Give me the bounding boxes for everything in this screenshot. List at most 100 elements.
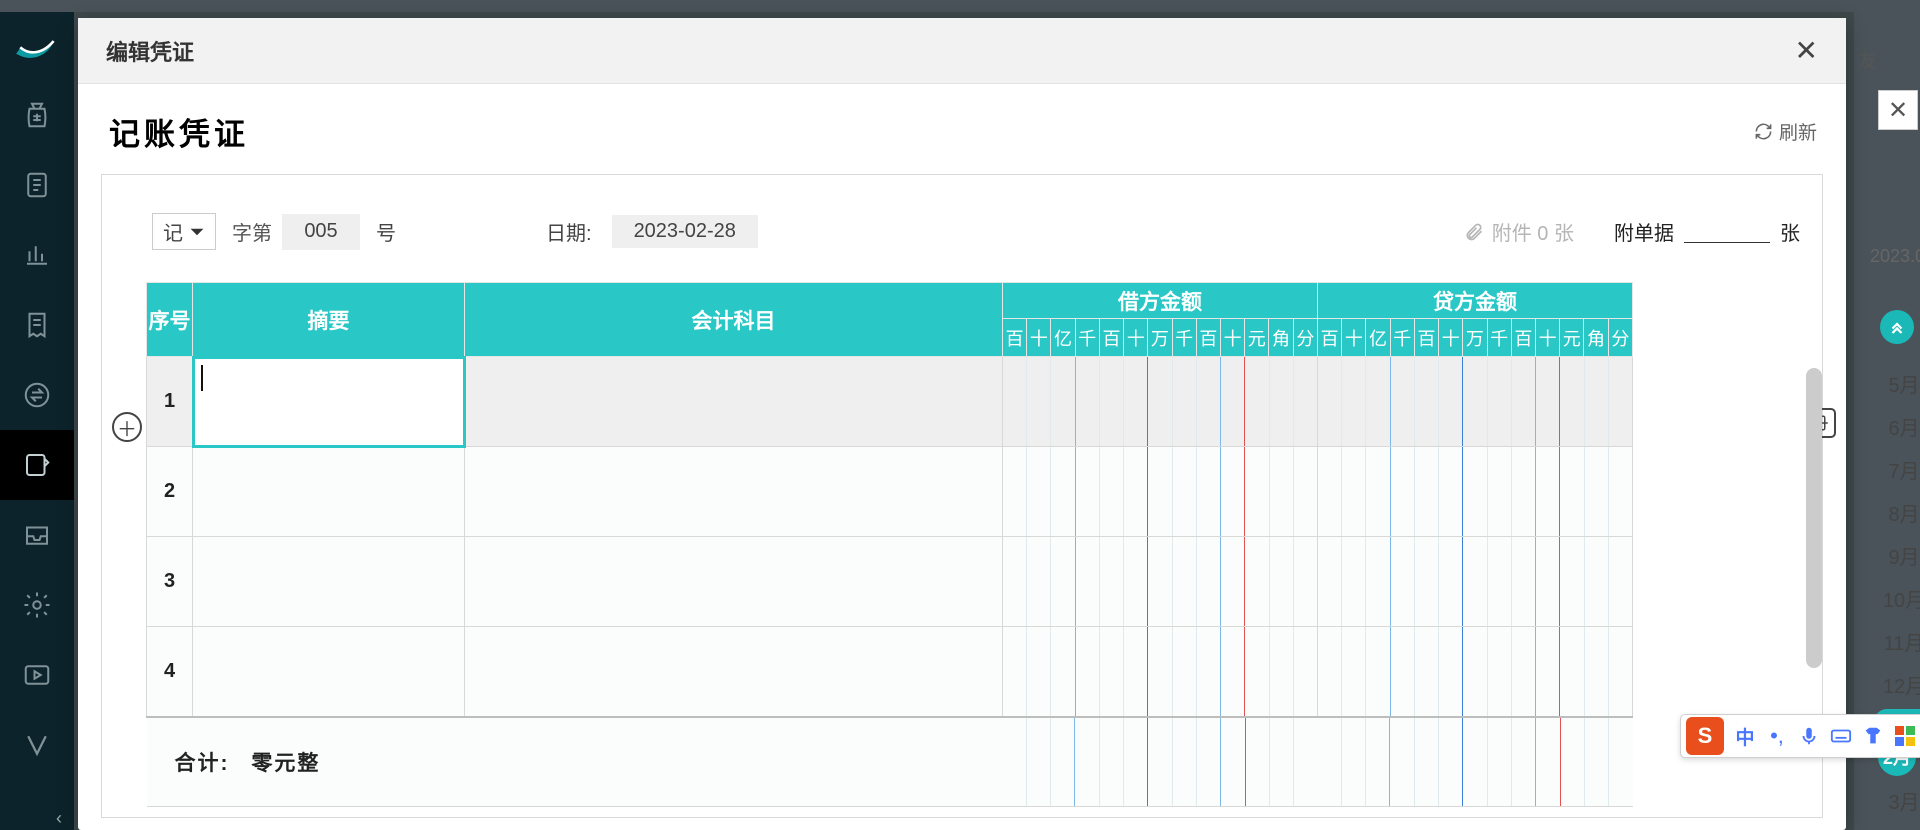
add-row-button[interactable]: ＋ xyxy=(112,412,142,442)
edit-voucher-modal: 编辑凭证 ✕ 记账凭证 刷新 记 字第 005 号 xyxy=(78,18,1846,830)
cell-seq: 2 xyxy=(147,447,193,537)
cell-debit[interactable] xyxy=(1003,357,1318,447)
total-text: 零元整 xyxy=(251,752,320,775)
left-nav xyxy=(0,12,74,830)
month-3[interactable]: 3月 xyxy=(1874,779,1920,822)
cell-credit[interactable] xyxy=(1318,357,1633,447)
cell-seq: 4 xyxy=(147,627,193,717)
d: 亿 xyxy=(1051,319,1075,357)
ime-keyboard-icon[interactable] xyxy=(1825,717,1857,755)
d: 元 xyxy=(1560,319,1584,357)
d: 百 xyxy=(1511,319,1535,357)
total-debit xyxy=(1003,717,1318,807)
cell-credit[interactable] xyxy=(1318,627,1633,717)
refresh-label: 刷新 xyxy=(1779,118,1817,145)
chart-icon xyxy=(22,240,52,270)
nav-item-1[interactable] xyxy=(0,80,74,150)
cell-seq: 3 xyxy=(147,537,193,627)
cell-summary[interactable] xyxy=(193,537,465,627)
month-12[interactable]: 12月 xyxy=(1874,663,1920,706)
d: 百 xyxy=(1003,319,1027,357)
nav-item-2[interactable] xyxy=(0,150,74,220)
modal-body: 记账凭证 刷新 记 字第 005 号 日期: 2023-02-28 xyxy=(78,84,1846,830)
table-scrollbar[interactable] xyxy=(1806,368,1822,668)
month-6[interactable]: 6月 xyxy=(1874,405,1920,448)
sogou-logo-icon: S xyxy=(1686,717,1724,755)
nav-item-4[interactable] xyxy=(0,290,74,360)
month-8[interactable]: 8月 xyxy=(1874,491,1920,534)
zhang-label: 张 xyxy=(1780,217,1800,246)
fudanju-input[interactable] xyxy=(1684,221,1770,243)
month-10[interactable]: 10月 xyxy=(1874,577,1920,620)
d: 千 xyxy=(1487,319,1511,357)
th-subject: 会计科目 xyxy=(465,283,1003,357)
scroll-top-button[interactable] xyxy=(1880,310,1914,344)
bg-year-label: 2023.0 xyxy=(1870,246,1920,267)
d: 分 xyxy=(1608,319,1632,357)
voucher-table-wrap: ＋ 序号 摘要 xyxy=(114,282,1810,807)
total-row: 合计: 零元整 xyxy=(147,717,1633,807)
voucher-icon xyxy=(22,450,52,480)
cell-debit[interactable] xyxy=(1003,537,1318,627)
cell-debit[interactable] xyxy=(1003,447,1318,537)
receipt-icon xyxy=(22,310,52,340)
ime-mic-icon[interactable] xyxy=(1793,717,1825,755)
chevron-down-icon xyxy=(189,227,205,237)
nav-item-9[interactable] xyxy=(0,640,74,710)
table-row: 3 xyxy=(147,537,1633,627)
bg-close-button[interactable]: ✕ xyxy=(1878,90,1918,130)
month-7[interactable]: 7月 xyxy=(1874,448,1920,491)
nav-item-6-active[interactable] xyxy=(0,430,74,500)
d: 百 xyxy=(1196,319,1220,357)
cell-debit[interactable] xyxy=(1003,627,1318,717)
cell-subject[interactable] xyxy=(465,357,1003,447)
d: 千 xyxy=(1075,319,1099,357)
month-11[interactable]: 11月 xyxy=(1874,620,1920,663)
attachment-label: 附件 0 张 xyxy=(1492,217,1574,246)
ime-menu-icon[interactable] xyxy=(1889,717,1920,755)
cell-credit[interactable] xyxy=(1318,447,1633,537)
d: 十 xyxy=(1535,319,1559,357)
ime-skin-icon[interactable] xyxy=(1857,717,1889,755)
refresh-button[interactable]: 刷新 xyxy=(1754,118,1817,145)
th-seq: 序号 xyxy=(147,283,193,357)
d: 分 xyxy=(1293,319,1317,357)
d: 百 xyxy=(1414,319,1438,357)
d: 十 xyxy=(1342,319,1366,357)
d: 千 xyxy=(1390,319,1414,357)
total-cell: 合计: 零元整 xyxy=(147,717,1003,807)
ime-toolbar[interactable]: S 中 •, xyxy=(1680,714,1920,758)
date-input[interactable]: 2023-02-28 xyxy=(612,215,758,248)
cell-credit[interactable] xyxy=(1318,537,1633,627)
modal-close-button[interactable]: ✕ xyxy=(1795,34,1818,67)
th-credit: 贷方金额 xyxy=(1318,283,1633,319)
nav-item-7[interactable] xyxy=(0,500,74,570)
d: 角 xyxy=(1269,319,1293,357)
cell-summary[interactable] xyxy=(193,627,465,717)
nav-item-10[interactable] xyxy=(0,710,74,780)
cell-subject[interactable] xyxy=(465,627,1003,717)
voucher-number-input[interactable]: 005 xyxy=(282,214,360,250)
table-row: 2 xyxy=(147,447,1633,537)
nav-item-5[interactable] xyxy=(0,360,74,430)
d: 十 xyxy=(1027,319,1051,357)
nav-item-8[interactable] xyxy=(0,570,74,640)
bg-text: 友 xyxy=(1858,46,1877,73)
ime-lang[interactable]: 中 xyxy=(1729,717,1761,755)
collapse-nav-icon[interactable]: ‹ xyxy=(56,808,62,829)
th-summary: 摘要 xyxy=(193,283,465,357)
zidi-label: 字第 xyxy=(232,217,272,246)
cell-subject[interactable] xyxy=(465,537,1003,627)
attachment-button[interactable]: 附件 0 张 xyxy=(1464,217,1574,246)
total-label: 合计: xyxy=(175,752,230,775)
d: 十 xyxy=(1220,319,1244,357)
d: 百 xyxy=(1318,319,1342,357)
cell-summary[interactable] xyxy=(193,357,465,447)
cell-summary[interactable] xyxy=(193,447,465,537)
cell-subject[interactable] xyxy=(465,447,1003,537)
month-5[interactable]: 5月 xyxy=(1874,362,1920,405)
voucher-type-select[interactable]: 记 xyxy=(152,213,216,250)
ime-punct[interactable]: •, xyxy=(1761,717,1793,755)
month-9[interactable]: 9月 xyxy=(1874,534,1920,577)
nav-item-3[interactable] xyxy=(0,220,74,290)
